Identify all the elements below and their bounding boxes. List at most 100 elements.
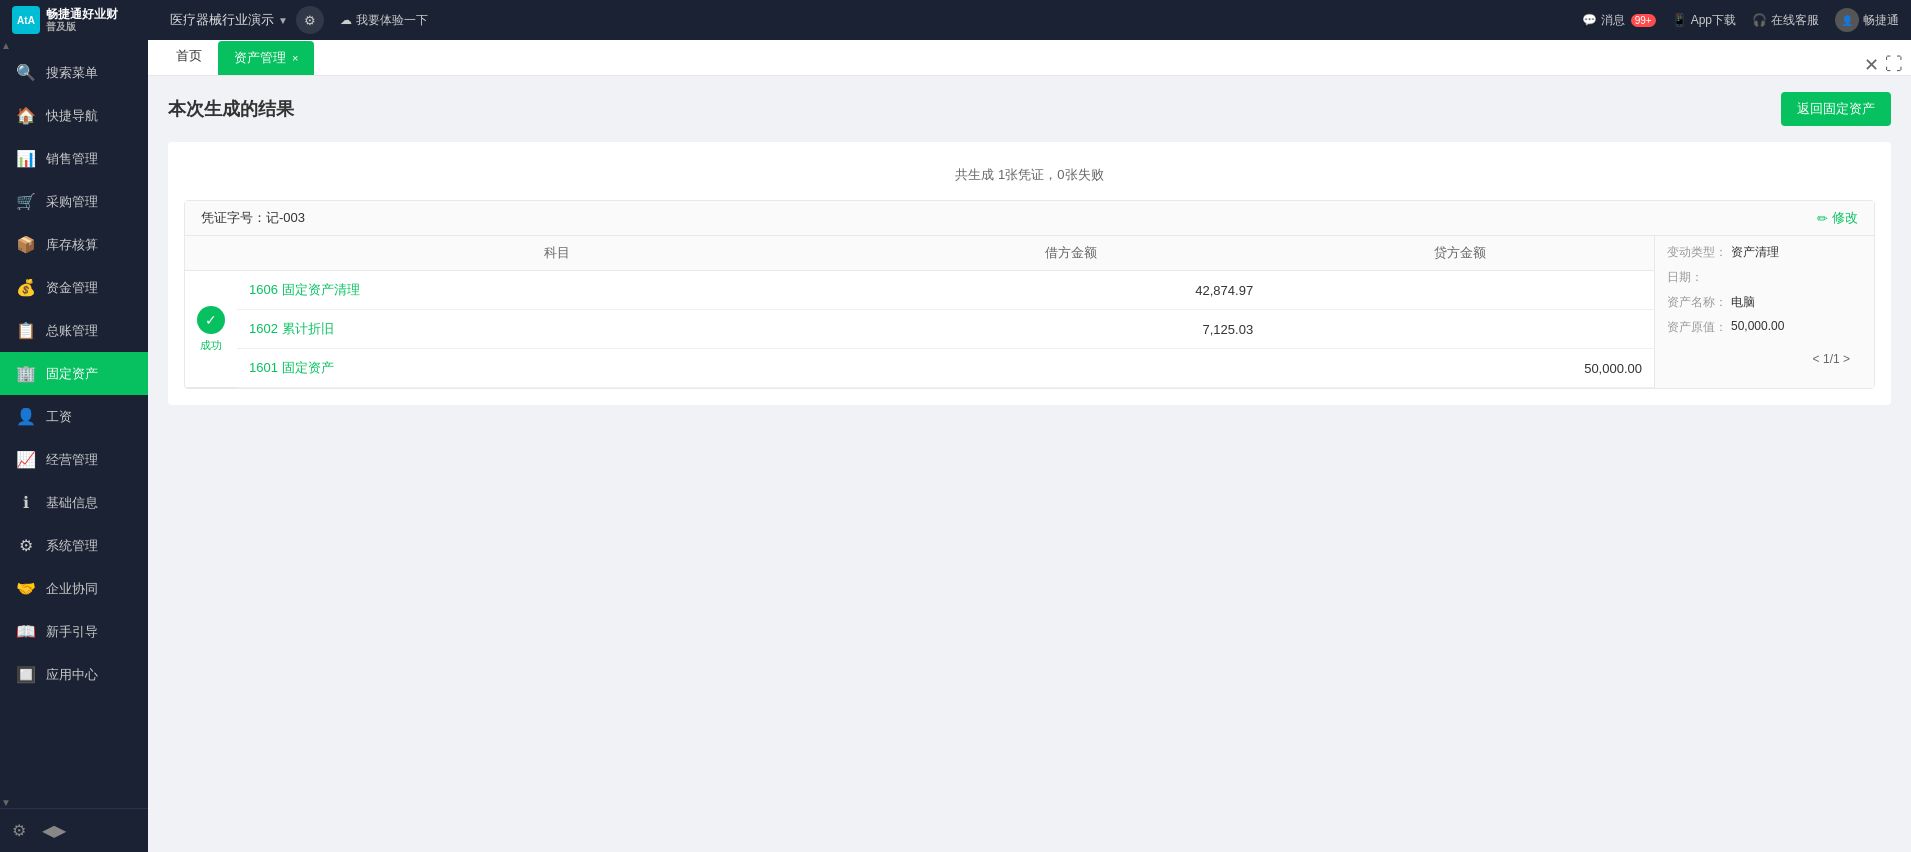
sidebar-label-basic-info: 基础信息: [46, 494, 98, 512]
sidebar-item-basic-info[interactable]: ℹ基础信息: [0, 481, 148, 524]
experience-button[interactable]: ☁ 我要体验一下: [340, 12, 428, 29]
sidebar-label-purchase: 采购管理: [46, 193, 98, 211]
sidebar-label-app-center: 应用中心: [46, 666, 98, 684]
success-text: 成功: [197, 338, 225, 353]
chevron-down-icon: ▼: [278, 15, 288, 26]
sidebar-item-business[interactable]: 📈 经营管理: [0, 438, 148, 481]
app-center-icon: 🔲: [16, 665, 36, 684]
logo-icon: AtA: [12, 6, 40, 34]
sales-icon: 📊: [16, 149, 36, 168]
side-info-date: 日期：: [1667, 269, 1862, 286]
sidebar-label-payroll: 工资: [46, 408, 72, 426]
sidebar-item-ledger[interactable]: 📋 总账管理: [0, 309, 148, 352]
fixed-assets-icon: 🏢: [16, 364, 36, 383]
subject-cell: 1602 累计折旧: [237, 310, 876, 349]
sidebar-label-fixed-assets: 固定资产: [46, 365, 98, 383]
inventory-icon: 📦: [16, 235, 36, 254]
page-content: ✕ ⛶ 本次生成的结果 返回固定资产 共生成 1张凭证，0张失败 凭证字号：记-…: [148, 76, 1911, 852]
sidebar-item-quick-nav[interactable]: 🏠 快捷导航: [0, 94, 148, 137]
side-info-asset-original: 资产原值： 50,000.00: [1667, 319, 1862, 336]
finance-icon: 💰: [16, 278, 36, 297]
voucher-block: 凭证字号：记-003 ✏ 修改 科目: [184, 200, 1875, 389]
sidebar-item-purchase[interactable]: 🛒 采购管理: [0, 180, 148, 223]
sidebar-scroll: 🔍 搜索菜单 🏠 快捷导航 📊销售管理 🛒 采购管理 📦 库存核算 💰 资金管理 📋 总账管理 🏢 固定资产…: [0, 51, 148, 797]
quick-nav-icon: 🏠: [16, 106, 36, 125]
settings-button[interactable]: ⚙: [296, 6, 324, 34]
sidebar: ▲ 🔍 搜索菜单 🏠 快捷导航 📊销售管理 🛒 采购管理 📦 库存核算 💰 资金管理 📋 总账管理 🏢 固定…: [0, 40, 148, 852]
system-icon: ⚙: [16, 536, 36, 555]
side-info: 变动类型： 资产清理 日期： 资产名称： 电脑: [1654, 236, 1874, 388]
sidebar-settings-button[interactable]: ⚙: [12, 821, 26, 840]
voucher-header: 凭证字号：记-003 ✏ 修改: [185, 201, 1874, 236]
purchase-icon: 🛒: [16, 192, 36, 211]
main-layout: ▲ 🔍 搜索菜单 🏠 快捷导航 📊销售管理 🛒 采购管理 📦 库存核算 💰 资金管理 📋 总账管理 🏢 固定…: [0, 40, 1911, 852]
tab-home[interactable]: 首页: [160, 40, 218, 75]
sidebar-label-quick-nav: 快捷导航: [46, 107, 98, 125]
voucher-body: 科目 借方金额 贷方金额 ✓ 成功 1606 固定资产清理 42,874: [185, 236, 1874, 388]
next-page-button[interactable]: >: [1843, 352, 1850, 366]
credit-cell: [1265, 310, 1654, 349]
voucher-table: 科目 借方金额 贷方金额 ✓ 成功 1606 固定资产清理 42,874: [185, 236, 1654, 388]
sidebar-item-guide[interactable]: 📖新手引导: [0, 610, 148, 653]
page-title: 本次生成的结果: [168, 97, 294, 121]
messages-button[interactable]: 💬 消息 99+: [1582, 12, 1656, 29]
sidebar-label-enterprise: 企业协同: [46, 580, 98, 598]
table-area: 科目 借方金额 贷方金额 ✓ 成功 1606 固定资产清理 42,874: [185, 236, 1654, 388]
edit-button[interactable]: ✏ 修改: [1817, 209, 1858, 227]
app-download-button[interactable]: 📱 App下载: [1672, 12, 1736, 29]
sidebar-item-app-center[interactable]: 🔲 应用中心: [0, 653, 148, 696]
search-icon: 🔍: [16, 63, 36, 82]
debit-cell: 42,874.97: [876, 271, 1265, 310]
side-info-change-type: 变动类型： 资产清理: [1667, 244, 1862, 261]
sidebar-bottom: ⚙ ◀▶: [0, 808, 148, 852]
page-info: 1/1: [1823, 352, 1843, 366]
sidebar-item-fixed-assets[interactable]: 🏢 固定资产: [0, 352, 148, 395]
avatar: 👤: [1835, 8, 1859, 32]
online-service-button[interactable]: 🎧 在线客服: [1752, 12, 1819, 29]
sidebar-item-finance[interactable]: 💰 资金管理: [0, 266, 148, 309]
business-icon: 📈: [16, 450, 36, 469]
top-header: AtA 畅捷通好业财 普及版 医疗器械行业演示 ▼ ⚙ ☁ 我要体验一下 💬 消…: [0, 0, 1911, 40]
voucher-number: 凭证字号：记-003: [201, 209, 305, 227]
success-icon: ✓: [197, 306, 225, 334]
prev-page-button[interactable]: <: [1813, 352, 1820, 366]
content-area: 首页 资产管理 × ✕ ⛶ 本次生成的结果 返回固定资产 共生成 1张凭证，0张…: [148, 40, 1911, 852]
tab-asset-management[interactable]: 资产管理 ×: [218, 41, 314, 75]
result-section: 共生成 1张凭证，0张失败 凭证字号：记-003 ✏ 修改: [168, 142, 1891, 405]
credit-cell: [1265, 271, 1654, 310]
table-row: ✓ 成功 1606 固定资产清理 42,874.97: [185, 271, 1654, 310]
header-right: 💬 消息 99+ 📱 App下载 🎧 在线客服 👤 畅捷通: [1582, 8, 1899, 32]
sidebar-label-finance: 资金管理: [46, 279, 98, 297]
sidebar-label-business: 经营管理: [46, 451, 98, 469]
table-row: 1601 固定资产 50,000.00: [185, 349, 1654, 388]
sidebar-label-inventory: 库存核算: [46, 236, 98, 254]
sidebar-item-system[interactable]: ⚙ 系统管理: [0, 524, 148, 567]
sidebar-item-search[interactable]: 🔍 搜索菜单: [0, 51, 148, 94]
guide-icon: 📖: [16, 622, 36, 641]
page-header: 本次生成的结果 返回固定资产: [168, 92, 1891, 126]
sidebar-item-enterprise[interactable]: 🤝企业协同: [0, 567, 148, 610]
return-button[interactable]: 返回固定资产: [1781, 92, 1891, 126]
messages-badge: 99+: [1631, 14, 1656, 27]
scroll-down-indicator[interactable]: ▼: [0, 797, 12, 808]
payroll-icon: 👤: [16, 407, 36, 426]
company-selector[interactable]: 医疗器械行业演示 ▼: [170, 11, 288, 29]
user-menu[interactable]: 👤 畅捷通: [1835, 8, 1899, 32]
subject-cell: 1601 固定资产: [237, 349, 876, 388]
tab-bar: 首页 资产管理 ×: [148, 40, 1911, 76]
debit-cell: [876, 349, 1265, 388]
sidebar-label-system: 系统管理: [46, 537, 98, 555]
sidebar-item-payroll[interactable]: 👤 工资: [0, 395, 148, 438]
ledger-icon: 📋: [16, 321, 36, 340]
logo-area: AtA 畅捷通好业财 普及版: [12, 6, 160, 34]
logo-text: 畅捷通好业财 普及版: [46, 7, 118, 33]
sidebar-label-search: 搜索菜单: [46, 64, 98, 82]
sidebar-item-inventory[interactable]: 📦 库存核算: [0, 223, 148, 266]
scroll-up-indicator[interactable]: ▲: [0, 40, 12, 51]
tab-close-icon[interactable]: ×: [292, 52, 298, 64]
debit-cell: 7,125.03: [876, 310, 1265, 349]
result-summary: 共生成 1张凭证，0张失败: [168, 158, 1891, 200]
sidebar-label-ledger: 总账管理: [46, 322, 98, 340]
sidebar-item-sales[interactable]: 📊销售管理: [0, 137, 148, 180]
sidebar-collapse-button[interactable]: ◀▶: [42, 821, 66, 840]
